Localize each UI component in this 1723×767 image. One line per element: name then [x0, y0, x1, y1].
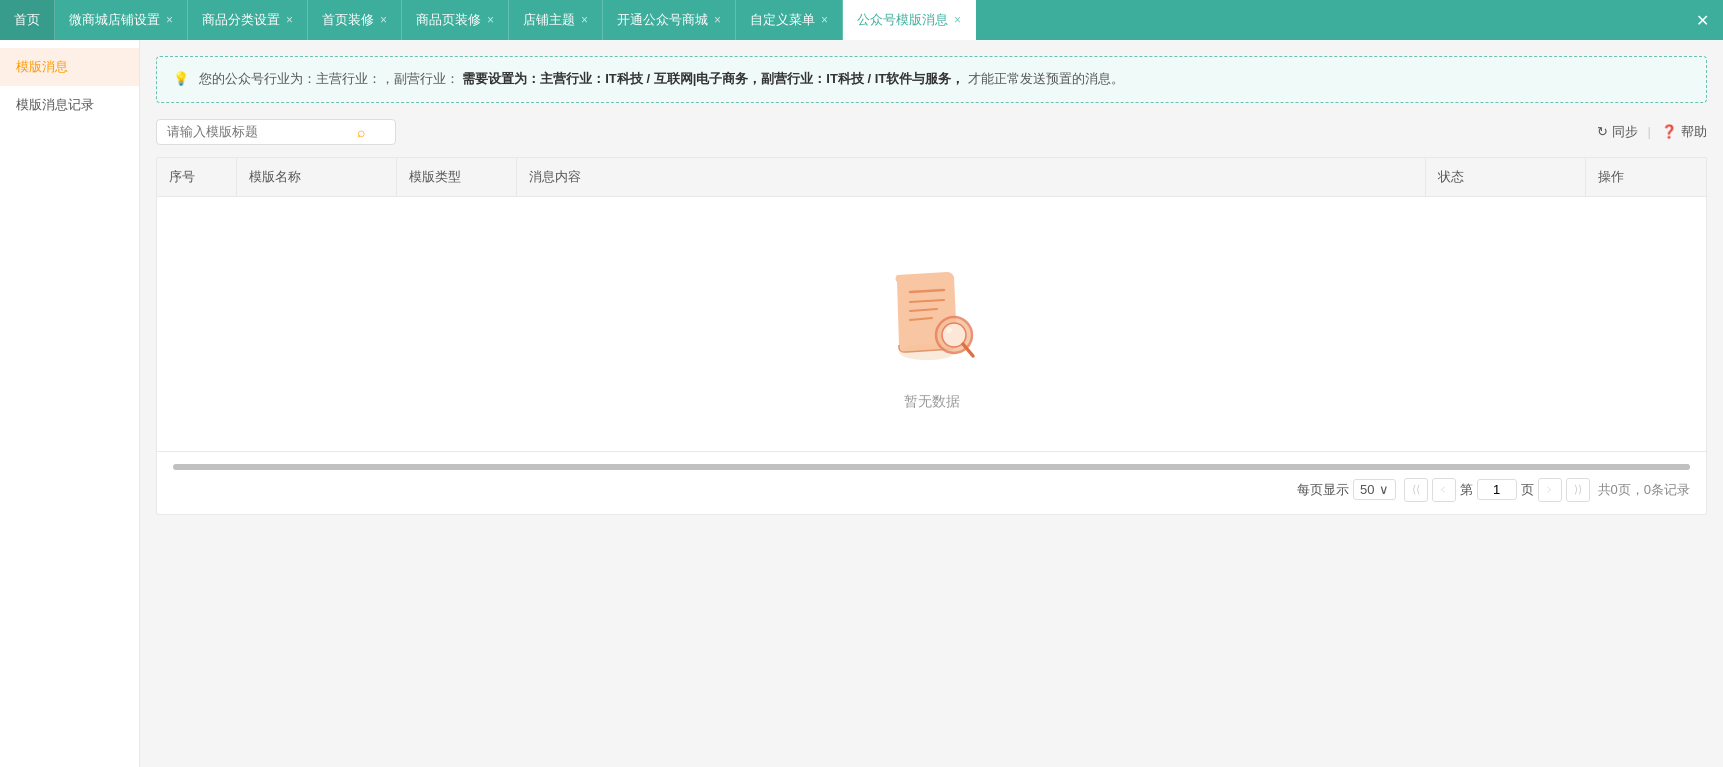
search-input-wrap[interactable]: ⌕: [156, 119, 396, 145]
notice-highlight: 需要设置为：主营行业：IT科技 / 互联网|电子商务，副营行业：IT科技 / I…: [462, 71, 964, 86]
sync-button[interactable]: ↻ 同步: [1597, 123, 1638, 141]
table-header: 序号模版名称模版类型消息内容状态操作: [157, 158, 1706, 197]
page-label: 第: [1460, 481, 1473, 499]
tab-close-category-settings[interactable]: ×: [286, 13, 293, 27]
help-label: 帮助: [1681, 123, 1707, 141]
col-content: 消息内容: [517, 158, 1426, 196]
help-icon: ❓: [1661, 124, 1677, 139]
prev-page-button[interactable]: ﹤: [1432, 478, 1456, 502]
tab-template-msg[interactable]: 公众号模版消息 ×: [843, 0, 976, 40]
help-button[interactable]: ❓ 帮助: [1661, 123, 1707, 141]
sidebar-item-template-records[interactable]: 模版消息记录: [0, 86, 139, 124]
tab-label-home-decor: 首页装修: [322, 11, 374, 29]
page-unit: 页: [1521, 481, 1534, 499]
search-input[interactable]: [167, 124, 357, 139]
tab-close-shop-settings[interactable]: ×: [166, 13, 173, 27]
notice-prefix: 您的公众号行业为：主营行业：，副营行业：: [199, 71, 459, 86]
tab-bar-close[interactable]: ✕: [1682, 11, 1723, 30]
pagination-wrap: 每页显示 50 ∨ ⟨⟨ ﹤ 第 页 ﹥ ⟩⟩: [157, 451, 1706, 514]
tab-product-decor[interactable]: 商品页装修 ×: [402, 0, 509, 40]
first-page-button[interactable]: ⟨⟨: [1404, 478, 1428, 502]
tab-open-mall[interactable]: 开通公众号商城 ×: [603, 0, 736, 40]
page-size-chevron-icon: ∨: [1379, 482, 1389, 497]
col-type: 模版类型: [397, 158, 517, 196]
tab-bar: 首页微商城店铺设置×商品分类设置×首页装修×商品页装修×店铺主题×开通公众号商城…: [0, 0, 1723, 40]
tab-label-category-settings: 商品分类设置: [202, 11, 280, 29]
col-seq: 序号: [157, 158, 237, 196]
tab-shop-settings[interactable]: 微商城店铺设置 ×: [55, 0, 188, 40]
empty-state: 暂无数据: [157, 197, 1706, 451]
tab-label-shop-theme: 店铺主题: [523, 11, 575, 29]
next-page-button[interactable]: ﹥: [1538, 478, 1562, 502]
tab-close-product-decor[interactable]: ×: [487, 13, 494, 27]
tab-label-home: 首页: [14, 11, 40, 29]
sync-icon: ↻: [1597, 124, 1608, 139]
scrollbar-thumb[interactable]: [173, 464, 1690, 470]
tab-custom-menu[interactable]: 自定义菜单 ×: [736, 0, 843, 40]
sync-label: 同步: [1612, 123, 1638, 141]
empty-illustration: [872, 257, 992, 377]
sidebar-item-template-msg[interactable]: 模版消息: [0, 48, 139, 86]
tab-label-product-decor: 商品页装修: [416, 11, 481, 29]
notice-suffix: 才能正常发送预置的消息。: [968, 71, 1124, 86]
notice-box: 💡 您的公众号行业为：主营行业：，副营行业： 需要设置为：主营行业：IT科技 /…: [156, 56, 1707, 103]
main-layout: 模版消息模版消息记录 💡 您的公众号行业为：主营行业：，副营行业： 需要设置为：…: [0, 40, 1723, 767]
notice-icon: 💡: [173, 71, 189, 86]
search-icon[interactable]: ⌕: [357, 124, 365, 140]
tab-category-settings[interactable]: 商品分类设置 ×: [188, 0, 308, 40]
tab-close-open-mall[interactable]: ×: [714, 13, 721, 27]
pagination: 每页显示 50 ∨ ⟨⟨ ﹤ 第 页 ﹥ ⟩⟩: [173, 478, 1690, 502]
page-nav: ⟨⟨ ﹤ 第 页 ﹥ ⟩⟩: [1404, 478, 1590, 502]
empty-text: 暂无数据: [904, 393, 960, 411]
col-name: 模版名称: [237, 158, 397, 196]
tab-close-shop-theme[interactable]: ×: [581, 13, 588, 27]
search-actions: ↻ 同步 | ❓ 帮助: [1597, 123, 1707, 141]
page-size-label: 每页显示: [1297, 481, 1349, 499]
page-size-value: 50: [1360, 482, 1374, 497]
tab-close-template-msg[interactable]: ×: [954, 13, 961, 27]
table: 序号模版名称模版类型消息内容状态操作: [156, 157, 1707, 515]
tab-label-open-mall: 开通公众号商城: [617, 11, 708, 29]
page-input[interactable]: [1477, 479, 1517, 500]
search-bar: ⌕ ↻ 同步 | ❓ 帮助: [156, 119, 1707, 145]
tab-home[interactable]: 首页: [0, 0, 55, 40]
tab-label-custom-menu: 自定义菜单: [750, 11, 815, 29]
svg-point-8: [946, 327, 952, 333]
tab-close-custom-menu[interactable]: ×: [821, 13, 828, 27]
total-info: 共0页，0条记录: [1598, 481, 1690, 499]
page-size-select: 每页显示 50 ∨: [1297, 479, 1395, 500]
last-page-button[interactable]: ⟩⟩: [1566, 478, 1590, 502]
tab-shop-theme[interactable]: 店铺主题 ×: [509, 0, 603, 40]
col-status: 状态: [1426, 158, 1586, 196]
content-area: 💡 您的公众号行业为：主营行业：，副营行业： 需要设置为：主营行业：IT科技 /…: [140, 40, 1723, 767]
divider: |: [1648, 124, 1651, 139]
tab-label-template-msg: 公众号模版消息: [857, 11, 948, 29]
col-action: 操作: [1586, 158, 1706, 196]
page-size-dropdown[interactable]: 50 ∨: [1353, 479, 1395, 500]
horizontal-scrollbar[interactable]: [173, 464, 1690, 470]
sidebar: 模版消息模版消息记录: [0, 40, 140, 767]
tab-home-decor[interactable]: 首页装修 ×: [308, 0, 402, 40]
tab-label-shop-settings: 微商城店铺设置: [69, 11, 160, 29]
tab-close-home-decor[interactable]: ×: [380, 13, 387, 27]
